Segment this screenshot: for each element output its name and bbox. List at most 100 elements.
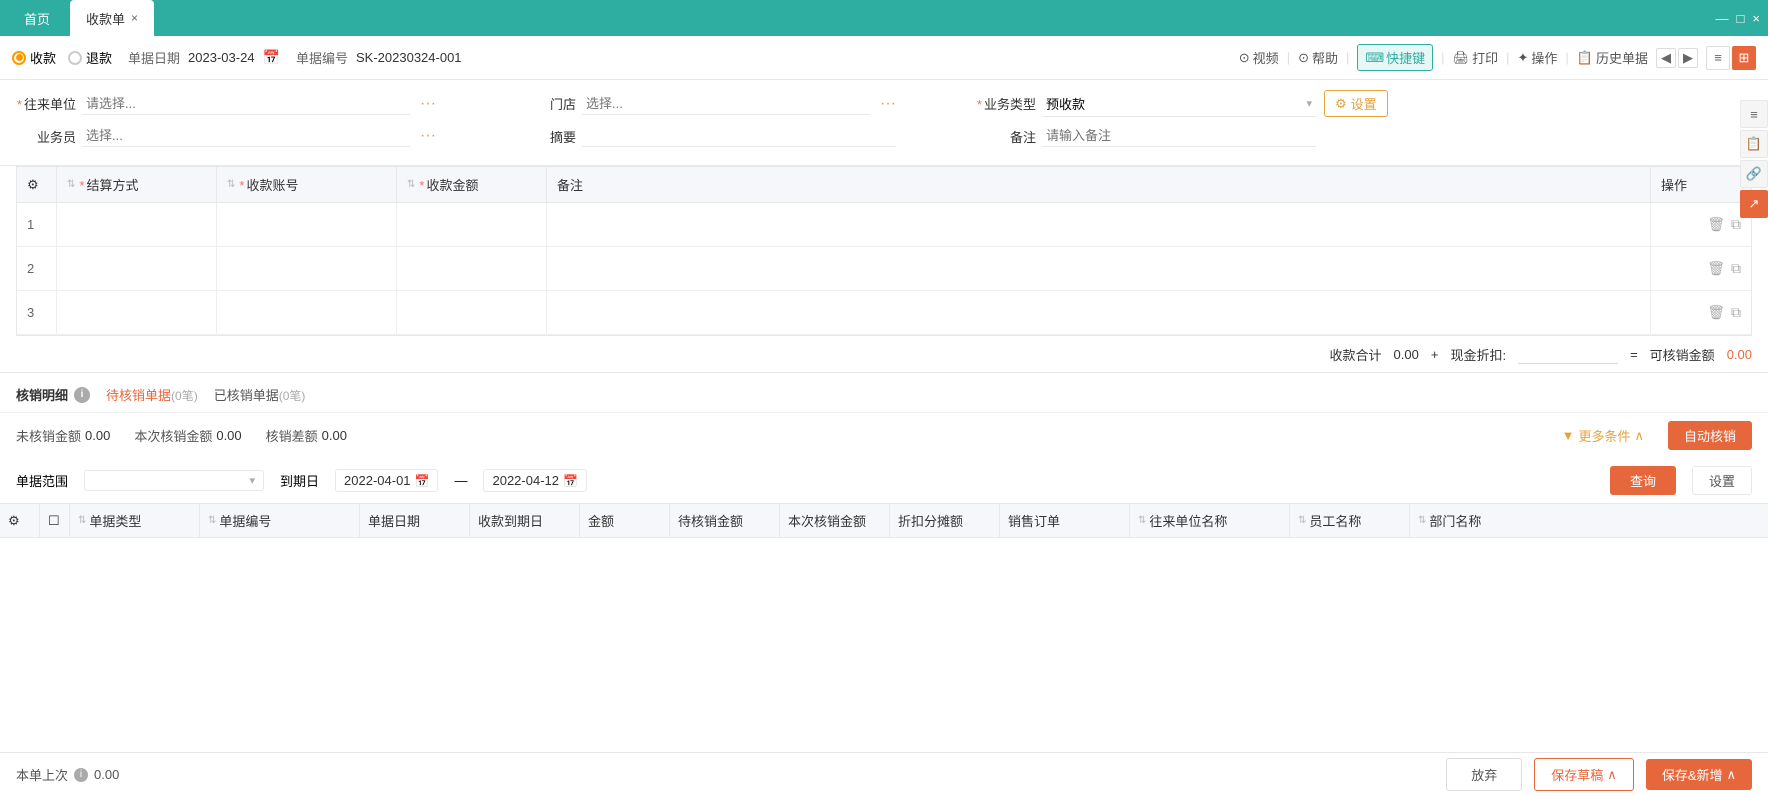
setting-button2[interactable]: 设置 [1692,466,1752,495]
maximize-icon[interactable]: □ [1737,11,1745,26]
bth-due-date: 收款到期日 [470,504,580,537]
row2-settlement[interactable] [57,247,217,290]
discard-button[interactable]: 放弃 [1446,758,1522,791]
row3-account[interactable] [217,291,397,334]
counterparty-label: *往来单位 [16,94,76,113]
store-input[interactable] [582,93,870,115]
bth-doc-date-label: 单据日期 [368,511,420,530]
save-draft-label: 保存草稿 [1551,765,1603,784]
row3-delete-icon[interactable]: 🗑 [1707,304,1725,321]
staff-input[interactable] [82,125,410,147]
help-label: 帮助 [1312,48,1338,67]
more-conditions-label: 更多条件 [1578,426,1630,445]
save-draft-button[interactable]: 保存草稿 ∧ [1534,758,1634,791]
info-circle-icon: i [74,768,88,782]
row1-copy-icon[interactable]: ⧉ [1731,216,1741,233]
plus-sign: + [1431,347,1439,362]
form-row-2: 业务员 ··· 摘要 备注 [16,125,1752,147]
row3-settlement[interactable] [57,291,217,334]
side-icon-2[interactable]: 📋 [1740,130,1768,158]
side-icon-4[interactable]: ↗ [1740,190,1768,218]
minimize-icon[interactable]: — [1716,11,1729,26]
draft-arrow-icon[interactable]: ∧ [1607,767,1617,783]
summary-input[interactable] [582,125,896,147]
view-toggle: ≡ ⊞ [1706,46,1756,70]
range-select[interactable]: ▾ [84,470,264,491]
diff-value: 0.00 [322,428,347,443]
counterparty-input[interactable] [82,93,410,115]
row2-delete-icon[interactable]: 🗑 [1707,260,1725,277]
side-icon-3[interactable]: 🔗 [1740,160,1768,188]
video-label: 视频 [1253,48,1279,67]
operations-action[interactable]: ✦ 操作 [1517,48,1557,67]
more-conditions-btn[interactable]: ▼ 更多条件 ∧ [1562,426,1644,445]
row2-copy-icon[interactable]: ⧉ [1731,260,1741,277]
store-more-icon[interactable]: ··· [880,95,896,113]
nav-next[interactable]: ▶ [1678,48,1698,68]
info-icon[interactable]: i [74,387,90,403]
radio-tuikuan-label: 退款 [86,48,112,67]
row3-num: 3 [17,291,57,334]
date-label: 单据日期 [128,48,180,67]
row3-copy-icon[interactable]: ⧉ [1731,304,1741,321]
list-view-btn[interactable]: ≡ [1706,46,1730,70]
total-label: 收款合计 [1330,345,1382,364]
close-icon[interactable]: × [1752,11,1760,26]
footer-bar: 本单上次 i 0.00 放弃 保存草稿 ∧ 保存&新增 ∧ [0,752,1768,796]
save-new-button[interactable]: 保存&新增 ∧ [1646,759,1752,790]
current-label: 本次核销金额 [134,426,212,445]
side-icon-1[interactable]: ≡ [1740,100,1768,128]
row2-amount[interactable] [397,247,547,290]
row1-delete-icon[interactable]: 🗑 [1707,216,1725,233]
row3-amount[interactable] [397,291,547,334]
tab-close-icon[interactable]: × [131,11,138,25]
bth-amount-label: 金额 [588,511,614,530]
row3-remark[interactable] [547,291,1651,334]
date-to-input[interactable]: 2022-04-12 📅 [483,469,586,492]
pending-tab-label: 待核销单据 [106,388,171,403]
remark-input[interactable] [1042,125,1316,147]
video-action[interactable]: ⊙ 视频 [1239,48,1279,67]
bth-checkbox[interactable]: ☐ [40,504,70,537]
discount-input[interactable] [1518,344,1618,364]
calendar-from-icon[interactable]: 📅 [415,474,430,488]
print-action[interactable]: 🖨 打印 [1453,48,1499,67]
filter-icon: ▼ [1562,428,1575,443]
help-action[interactable]: ⊙ 帮助 [1298,48,1338,67]
done-tab[interactable]: 已核销单据(0笔) [214,383,306,406]
row2-account[interactable] [217,247,397,290]
calendar-icon[interactable]: 📅 [263,49,280,66]
staff-more-icon[interactable]: ··· [420,127,436,145]
query-button[interactable]: 查询 [1610,466,1676,495]
remark-field: 备注 [976,125,1316,147]
pending-tab[interactable]: 待核销单据(0笔) [106,383,198,406]
bth-settings[interactable]: ⚙ [0,504,40,537]
shortcut-action[interactable]: ⌨ 快捷键 [1357,44,1433,71]
verify-title: 核销明细 i [16,385,90,404]
settings-button[interactable]: ⚙ 设置 [1324,90,1388,117]
nav-prev[interactable]: ◀ [1656,48,1676,68]
row2-remark[interactable] [547,247,1651,290]
business-type-select[interactable]: 预收款 ▾ [1042,91,1316,117]
last-order-label: 本单上次 [16,765,68,784]
form-area: *往来单位 ··· 门店 ··· *业务类型 预收款 ▾ [0,80,1768,166]
tab-active-label: 收款单 [86,9,125,28]
save-arrow-icon[interactable]: ∧ [1726,767,1736,783]
grid-view-btn[interactable]: ⊞ [1732,46,1756,70]
receivable-label: 可核销金额 [1650,345,1715,364]
tab-home[interactable]: 首页 [8,0,66,36]
th-settings[interactable]: ⚙ [17,167,57,202]
row1-amount[interactable] [397,203,547,246]
calendar-to-icon[interactable]: 📅 [563,474,578,488]
auto-verify-button[interactable]: 自动核销 [1668,421,1752,450]
row1-settlement[interactable] [57,203,217,246]
date-from-input[interactable]: 2022-04-01 📅 [335,469,438,492]
row1-account[interactable] [217,203,397,246]
bth-amount: 金额 [580,504,670,537]
tab-active[interactable]: 收款单 × [70,0,154,36]
radio-tuikuan[interactable]: 退款 [68,48,112,67]
history-action[interactable]: 📋 历史单据 [1577,48,1648,67]
radio-shoukuan[interactable]: 收款 [12,48,56,67]
counterparty-more-icon[interactable]: ··· [420,95,436,113]
row1-remark[interactable] [547,203,1651,246]
